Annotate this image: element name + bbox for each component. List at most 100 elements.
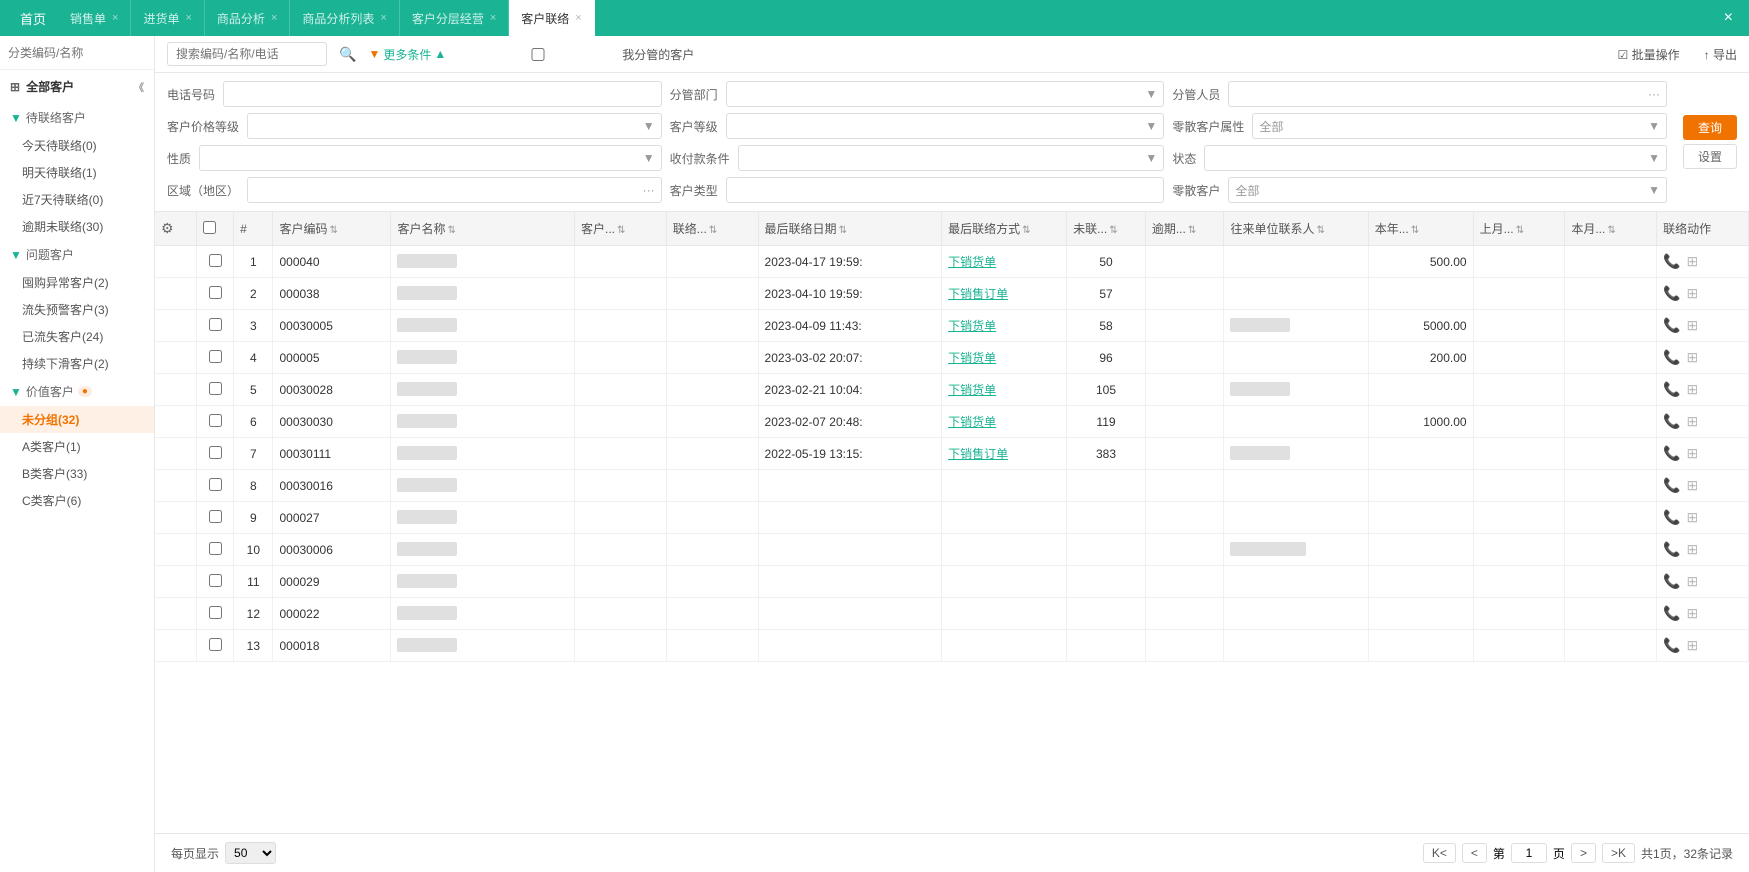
batch-op-btn[interactable]: ☑ 批量操作 — [1618, 46, 1680, 63]
row-checkbox[interactable] — [209, 478, 222, 491]
row-checkbox[interactable] — [209, 638, 222, 651]
sidebar-item-churn-warning[interactable]: 流失预警客户(3) — [0, 296, 154, 323]
close-tab-product-analysis[interactable]: × — [271, 12, 277, 24]
phone-action-icon[interactable]: 📞 — [1663, 573, 1680, 590]
nav-tab-product-analysis[interactable]: 商品分析 × — [205, 0, 290, 36]
window-close-btn[interactable]: × — [1716, 9, 1741, 27]
sidebar-item-tomorrow-pending[interactable]: 明天待联络(1) — [0, 159, 154, 186]
cell-last-contact-method[interactable] — [942, 470, 1067, 502]
sidebar-search-input[interactable] — [8, 46, 155, 60]
sort-method-icon[interactable]: ⇅ — [1022, 225, 1030, 236]
sidebar-pending-title[interactable]: ▼ 待联络客户 — [0, 103, 154, 132]
close-tab-customer-segment[interactable]: × — [490, 12, 496, 24]
more-action-icon[interactable]: ⊞ — [1687, 317, 1699, 334]
more-action-icon[interactable]: ⊞ — [1687, 477, 1699, 494]
row-checkbox[interactable] — [209, 350, 222, 363]
my-customers-checkbox-label[interactable]: 我分管的客户 — [458, 46, 694, 63]
phone-action-icon[interactable]: 📞 — [1663, 509, 1680, 526]
prev-page-btn[interactable]: < — [1462, 843, 1487, 863]
row-checkbox[interactable] — [209, 414, 222, 427]
sort-contact-icon[interactable]: ⇅ — [709, 225, 717, 236]
nav-tab-customer-contact[interactable]: 客户联络 × — [509, 0, 594, 36]
close-tab-purchase[interactable]: × — [185, 12, 191, 24]
more-conditions-btn[interactable]: ▼ 更多条件 ▲ — [368, 46, 446, 63]
row-checkbox[interactable] — [209, 510, 222, 523]
cell-last-contact-method[interactable] — [942, 630, 1067, 662]
row-checkbox[interactable] — [209, 286, 222, 299]
row-checkbox[interactable] — [209, 574, 222, 587]
sort-lastmonth-icon[interactable]: ⇅ — [1516, 225, 1524, 236]
phone-action-icon[interactable]: 📞 — [1663, 381, 1680, 398]
collapse-btn[interactable]: 《 — [134, 79, 144, 94]
payment-select[interactable]: ▼ — [738, 145, 1165, 171]
sidebar-problem-title[interactable]: ▼ 问题客户 — [0, 240, 154, 269]
customer-type-select[interactable] — [726, 177, 1165, 203]
sort-unit-icon[interactable]: ⇅ — [1317, 225, 1325, 236]
price-level-select[interactable]: ▼ — [247, 113, 662, 139]
region-select[interactable]: ··· — [247, 177, 662, 203]
sidebar-item-declining[interactable]: 持续下滑客户(2) — [0, 350, 154, 377]
row-checkbox[interactable] — [209, 318, 222, 331]
more-action-icon[interactable]: ⊞ — [1687, 573, 1699, 590]
nav-tab-sales[interactable]: 销售单 × — [58, 0, 131, 36]
more-action-icon[interactable]: ⊞ — [1687, 445, 1699, 462]
my-customers-checkbox[interactable] — [458, 48, 618, 61]
cell-last-contact-method[interactable]: 下销货单 — [942, 310, 1067, 342]
cell-last-contact-method[interactable]: 下销货单 — [942, 374, 1067, 406]
cell-last-contact-method[interactable]: 下销货单 — [942, 342, 1067, 374]
retail-attr-select[interactable]: 全部 ▼ — [1252, 113, 1667, 139]
phone-input[interactable] — [223, 81, 662, 107]
search-input[interactable] — [167, 42, 327, 66]
sort-overdue-icon[interactable]: ⇅ — [1188, 225, 1196, 236]
phone-action-icon[interactable]: 📞 — [1663, 477, 1680, 494]
more-action-icon[interactable]: ⊞ — [1687, 413, 1699, 430]
sidebar-value-title[interactable]: ▼ 价值客户 ● — [0, 377, 154, 406]
nav-tab-product-list[interactable]: 商品分析列表 × — [290, 0, 399, 36]
sort-year-icon[interactable]: ⇅ — [1411, 225, 1419, 236]
cell-last-contact-method[interactable]: 下销货单 — [942, 406, 1067, 438]
sidebar-item-overdue-pending[interactable]: 逾期未联络(30) — [0, 213, 154, 240]
cell-last-contact-method[interactable] — [942, 502, 1067, 534]
cell-last-contact-method[interactable] — [942, 534, 1067, 566]
sidebar-item-hoarding[interactable]: 囤购异常客户(2) — [0, 269, 154, 296]
phone-action-icon[interactable]: 📞 — [1663, 317, 1680, 334]
sort-thismonth-icon[interactable]: ⇅ — [1607, 225, 1615, 236]
row-checkbox[interactable] — [209, 382, 222, 395]
customer-level-select[interactable]: ▼ — [726, 113, 1165, 139]
phone-action-icon[interactable]: 📞 — [1663, 445, 1680, 462]
sort-date-icon[interactable]: ⇅ — [839, 225, 847, 236]
cell-last-contact-method[interactable]: 下销售订单 — [942, 278, 1067, 310]
cell-last-contact-method[interactable] — [942, 566, 1067, 598]
sidebar-item-7days-pending[interactable]: 近7天待联络(0) — [0, 186, 154, 213]
cell-last-contact-method[interactable] — [942, 598, 1067, 630]
sort-name-icon[interactable]: ⇅ — [447, 225, 455, 236]
close-tab-customer-contact[interactable]: × — [575, 12, 581, 24]
search-icon[interactable]: 🔍 — [339, 46, 356, 63]
page-number-input[interactable] — [1511, 843, 1547, 863]
query-btn[interactable]: 查询 — [1683, 115, 1737, 140]
close-tab-product-list[interactable]: × — [380, 12, 386, 24]
more-action-icon[interactable]: ⊞ — [1687, 349, 1699, 366]
row-checkbox[interactable] — [209, 542, 222, 555]
settings-icon[interactable]: ⚙ — [161, 220, 174, 236]
more-action-icon[interactable]: ⊞ — [1687, 605, 1699, 622]
first-page-btn[interactable]: K< — [1423, 843, 1456, 863]
close-tab-sales[interactable]: × — [112, 12, 118, 24]
last-page-btn[interactable]: >K — [1602, 843, 1635, 863]
row-checkbox[interactable] — [209, 254, 222, 267]
row-checkbox[interactable] — [209, 446, 222, 459]
per-page-select[interactable]: 50 100 200 — [225, 842, 276, 864]
more-action-icon[interactable]: ⊞ — [1687, 509, 1699, 526]
reset-btn[interactable]: 设置 — [1683, 144, 1737, 169]
export-btn[interactable]: ↑ 导出 — [1704, 46, 1737, 63]
nav-tab-purchase[interactable]: 进货单 × — [131, 0, 204, 36]
phone-action-icon[interactable]: 📞 — [1663, 349, 1680, 366]
dept-select[interactable]: ▼ — [726, 81, 1165, 107]
gender-select[interactable]: ▼ — [199, 145, 662, 171]
sort-code-icon[interactable]: ⇅ — [330, 225, 338, 236]
manager-select[interactable]: ··· — [1228, 81, 1667, 107]
sidebar-item-b-class[interactable]: B类客户(33) — [0, 460, 154, 487]
phone-action-icon[interactable]: 📞 — [1663, 253, 1680, 270]
phone-action-icon[interactable]: 📞 — [1663, 285, 1680, 302]
nav-home[interactable]: 首页 — [8, 9, 58, 28]
